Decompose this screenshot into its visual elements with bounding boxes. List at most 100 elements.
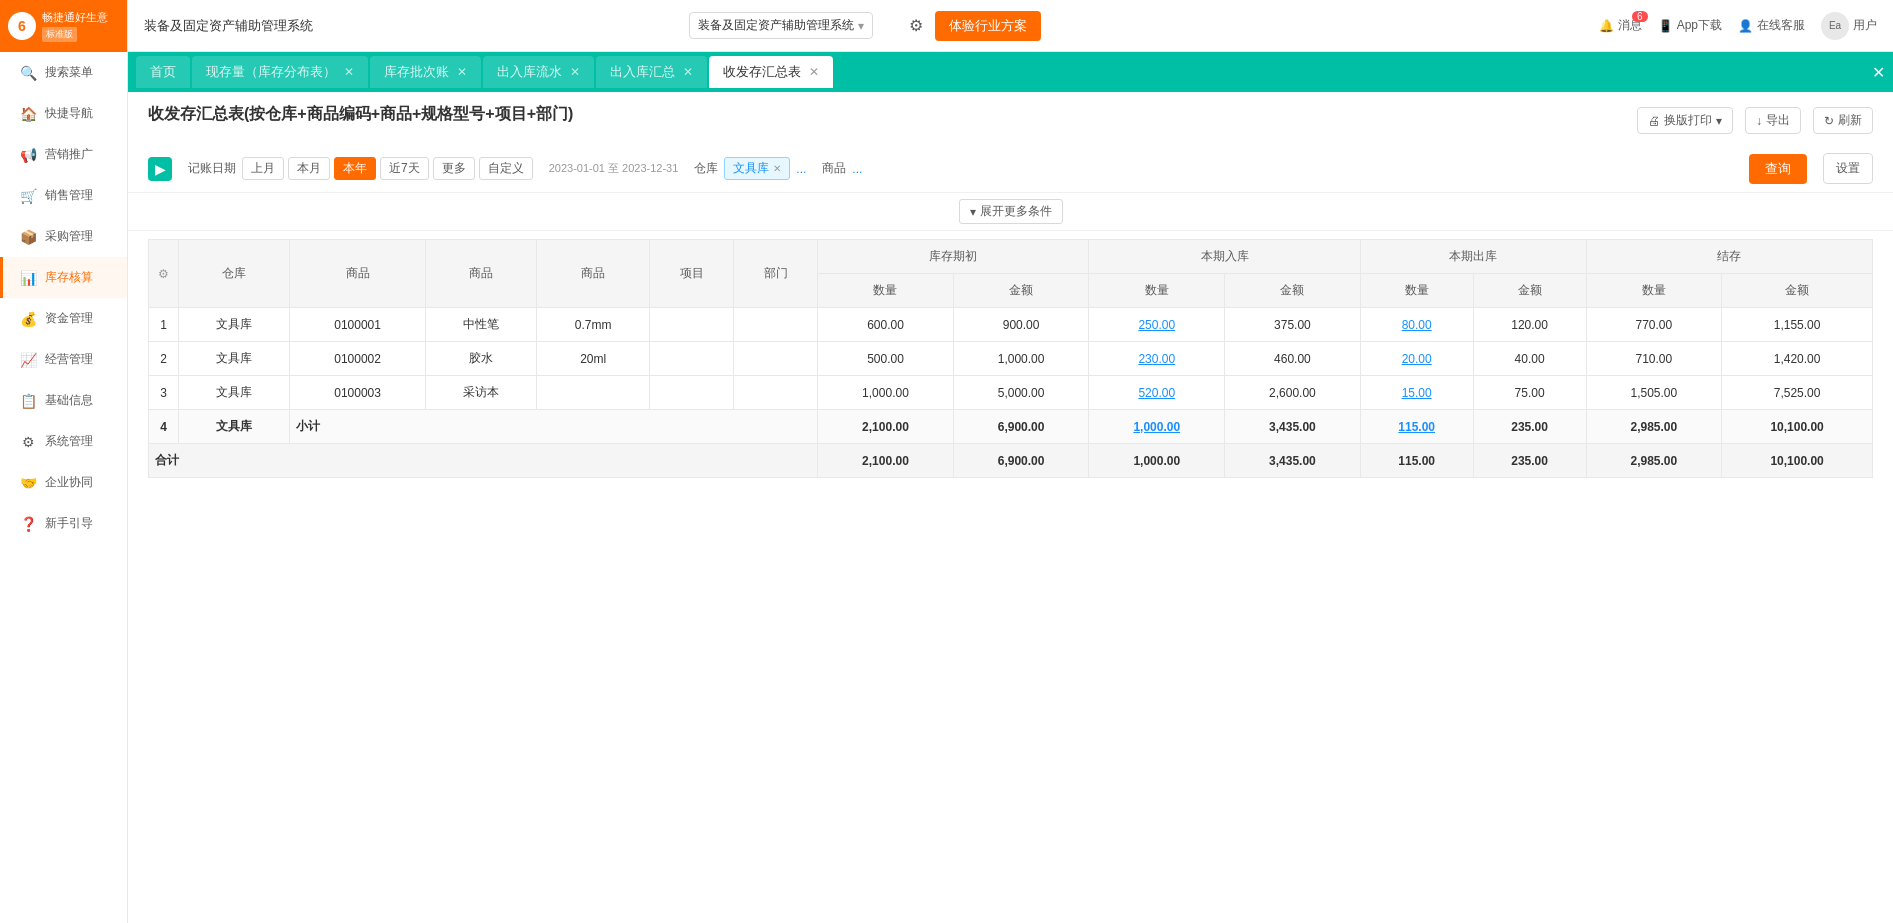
row-out-qty[interactable]: 20.00 bbox=[1360, 342, 1473, 376]
finance-icon: 💰 bbox=[19, 311, 37, 327]
date-btn-this-month[interactable]: 本月 bbox=[288, 157, 330, 180]
page-content: 收发存汇总表(按仓库+商品编码+商品+规格型号+项目+部门) 🖨 换版打印 ▾ … bbox=[128, 92, 1893, 923]
sidebar-item-guide[interactable]: ❓ 新手引导 bbox=[0, 503, 127, 544]
setting-button[interactable]: 设置 bbox=[1823, 153, 1873, 184]
tab-inout-summary[interactable]: 出入库汇总 ✕ bbox=[596, 56, 707, 88]
sidebar-item-purchase[interactable]: 📦 采购管理 bbox=[0, 216, 127, 257]
sales-icon: 🛒 bbox=[19, 188, 37, 204]
table-total-row: 合计 2,100.00 6,900.00 1,000.00 3,435.00 1… bbox=[149, 444, 1873, 478]
row-in-amt: 2,600.00 bbox=[1225, 376, 1361, 410]
row-opening-amt: 5,000.00 bbox=[953, 376, 1089, 410]
sidebar-item-operation[interactable]: 📈 经营管理 bbox=[0, 339, 127, 380]
sidebar-item-inventory[interactable]: 📊 库存核算 bbox=[0, 257, 127, 298]
row-in-qty[interactable]: 520.00 bbox=[1089, 376, 1225, 410]
marketing-icon: 📢 bbox=[19, 147, 37, 163]
row-in-qty[interactable]: 230.00 bbox=[1089, 342, 1225, 376]
col-header-out: 本期出库 bbox=[1360, 240, 1586, 274]
refresh-icon: ↻ bbox=[1824, 114, 1834, 128]
sidebar-item-label: 销售管理 bbox=[45, 187, 93, 204]
date-btn-last-month[interactable]: 上月 bbox=[242, 157, 284, 180]
row-dept bbox=[734, 308, 818, 342]
sidebar-item-finance[interactable]: 💰 资金管理 bbox=[0, 298, 127, 339]
warehouse-tag[interactable]: 文具库 ✕ bbox=[724, 157, 790, 180]
table-settings-header[interactable]: ⚙ bbox=[149, 240, 179, 308]
tab-receive-summary[interactable]: 收发存汇总表 ✕ bbox=[709, 56, 833, 88]
sidebar-nav: 🔍 搜索菜单 🏠 快捷导航 📢 营销推广 🛒 销售管理 📦 采购管理 📊 库存核… bbox=[0, 52, 127, 923]
total-closing-qty: 2,985.00 bbox=[1586, 444, 1722, 478]
col-header-in: 本期入库 bbox=[1089, 240, 1360, 274]
date-btn-custom[interactable]: 自定义 bbox=[479, 157, 533, 180]
sidebar-item-search[interactable]: 🔍 搜索菜单 bbox=[0, 52, 127, 93]
row-in-qty[interactable]: 250.00 bbox=[1089, 308, 1225, 342]
sidebar-logo: 6 畅捷通好生意 标准版 bbox=[0, 0, 127, 52]
subtotal-in-amt: 3,435.00 bbox=[1225, 410, 1361, 444]
sidebar-item-label: 搜索菜单 bbox=[45, 64, 93, 81]
tabbar: 首页 现存量（库存分布表） ✕ 库存批次账 ✕ 出入库流水 ✕ 出入库汇总 ✕ … bbox=[128, 52, 1893, 92]
tab-inventory-dist[interactable]: 现存量（库存分布表） ✕ bbox=[192, 56, 368, 88]
row-out-qty[interactable]: 15.00 bbox=[1360, 376, 1473, 410]
goods-more-dots[interactable]: ... bbox=[852, 162, 862, 176]
date-btn-more[interactable]: 更多 bbox=[433, 157, 475, 180]
col-header-warehouse: 仓库 bbox=[179, 240, 290, 308]
tab-close-icon[interactable]: ✕ bbox=[344, 65, 354, 79]
sidebar-item-label: 企业协同 bbox=[45, 474, 93, 491]
query-button[interactable]: 查询 bbox=[1749, 154, 1807, 184]
row-warehouse: 文具库 bbox=[179, 342, 290, 376]
sidebar-item-sales[interactable]: 🛒 销售管理 bbox=[0, 175, 127, 216]
sidebar-item-basic-info[interactable]: 📋 基础信息 bbox=[0, 380, 127, 421]
refresh-button[interactable]: ↻ 刷新 bbox=[1813, 107, 1873, 134]
tab-close-icon[interactable]: ✕ bbox=[457, 65, 467, 79]
row-out-qty[interactable]: 80.00 bbox=[1360, 308, 1473, 342]
avatar: Ea bbox=[1821, 12, 1849, 40]
online-service-action[interactable]: 👤 在线客服 bbox=[1738, 17, 1805, 34]
page-title-bar: 收发存汇总表(按仓库+商品编码+商品+规格型号+项目+部门) 🖨 换版打印 ▾ … bbox=[128, 92, 1893, 145]
col-header-opening-qty: 数量 bbox=[818, 274, 954, 308]
experience-button[interactable]: 体验行业方案 bbox=[935, 11, 1041, 41]
subtotal-out-amt: 235.00 bbox=[1473, 410, 1586, 444]
subtotal-in-qty[interactable]: 1,000.00 bbox=[1089, 410, 1225, 444]
user-action[interactable]: Ea 用户 bbox=[1821, 12, 1877, 40]
row-dept bbox=[734, 342, 818, 376]
purchase-icon: 📦 bbox=[19, 229, 37, 245]
tab-close-icon[interactable]: ✕ bbox=[570, 65, 580, 79]
messages-action[interactable]: 🔔 消息 6 bbox=[1599, 17, 1642, 34]
subtotal-opening-qty: 2,100.00 bbox=[818, 410, 954, 444]
tab-close-icon[interactable]: ✕ bbox=[809, 65, 819, 79]
system-title: 装备及固定资产辅助管理系统 bbox=[144, 17, 677, 35]
search-icon: 🔍 bbox=[19, 65, 37, 81]
col-header-closing-qty: 数量 bbox=[1586, 274, 1722, 308]
tab-batch[interactable]: 库存批次账 ✕ bbox=[370, 56, 481, 88]
tab-close-icon[interactable]: ✕ bbox=[683, 65, 693, 79]
gear-icon[interactable]: ⚙ bbox=[909, 16, 923, 35]
sidebar-item-cooperation[interactable]: 🤝 企业协同 bbox=[0, 462, 127, 503]
sidebar-item-marketing[interactable]: 📢 营销推广 bbox=[0, 134, 127, 175]
warehouse-more-dots[interactable]: ... bbox=[796, 162, 806, 176]
export-button[interactable]: ↓ 导出 bbox=[1745, 107, 1801, 134]
export-icon: ↓ bbox=[1756, 114, 1762, 128]
close-page-button[interactable]: ✕ bbox=[1872, 63, 1885, 82]
tab-home[interactable]: 首页 bbox=[136, 56, 190, 88]
expand-conditions-button[interactable]: ▾ 展开更多条件 bbox=[959, 199, 1063, 224]
date-btn-7days[interactable]: 近7天 bbox=[380, 157, 429, 180]
sidebar-item-label: 系统管理 bbox=[45, 433, 93, 450]
main-area: 装备及固定资产辅助管理系统 装备及固定资产辅助管理系统 ▾ ⚙ 体验行业方案 🔔… bbox=[128, 0, 1893, 923]
row-opening-amt: 900.00 bbox=[953, 308, 1089, 342]
system-select[interactable]: 装备及固定资产辅助管理系统 ▾ bbox=[689, 12, 873, 39]
warehouse-tag-close-icon[interactable]: ✕ bbox=[773, 163, 781, 174]
filter-toggle-button[interactable]: ▶ bbox=[148, 157, 172, 181]
tab-inout-flow[interactable]: 出入库流水 ✕ bbox=[483, 56, 594, 88]
subtotal-out-qty[interactable]: 115.00 bbox=[1360, 410, 1473, 444]
tab-inout-summary-label: 出入库汇总 bbox=[610, 63, 675, 81]
sidebar-item-label: 营销推广 bbox=[45, 146, 93, 163]
row-no: 2 bbox=[149, 342, 179, 376]
date-btn-this-year[interactable]: 本年 bbox=[334, 157, 376, 180]
app-download-action[interactable]: 📱 App下载 bbox=[1658, 17, 1722, 34]
date-buttons: 上月 本月 本年 近7天 更多 自定义 bbox=[242, 157, 533, 180]
subtotal-closing-qty: 2,985.00 bbox=[1586, 410, 1722, 444]
col-header-out-amt: 金额 bbox=[1473, 274, 1586, 308]
sidebar-item-quick-nav[interactable]: 🏠 快捷导航 bbox=[0, 93, 127, 134]
col-header-project: 项目 bbox=[650, 240, 734, 308]
logo-icon: 6 bbox=[8, 12, 36, 40]
sidebar-item-system[interactable]: ⚙ 系统管理 bbox=[0, 421, 127, 462]
print-button[interactable]: 🖨 换版打印 ▾ bbox=[1637, 107, 1733, 134]
